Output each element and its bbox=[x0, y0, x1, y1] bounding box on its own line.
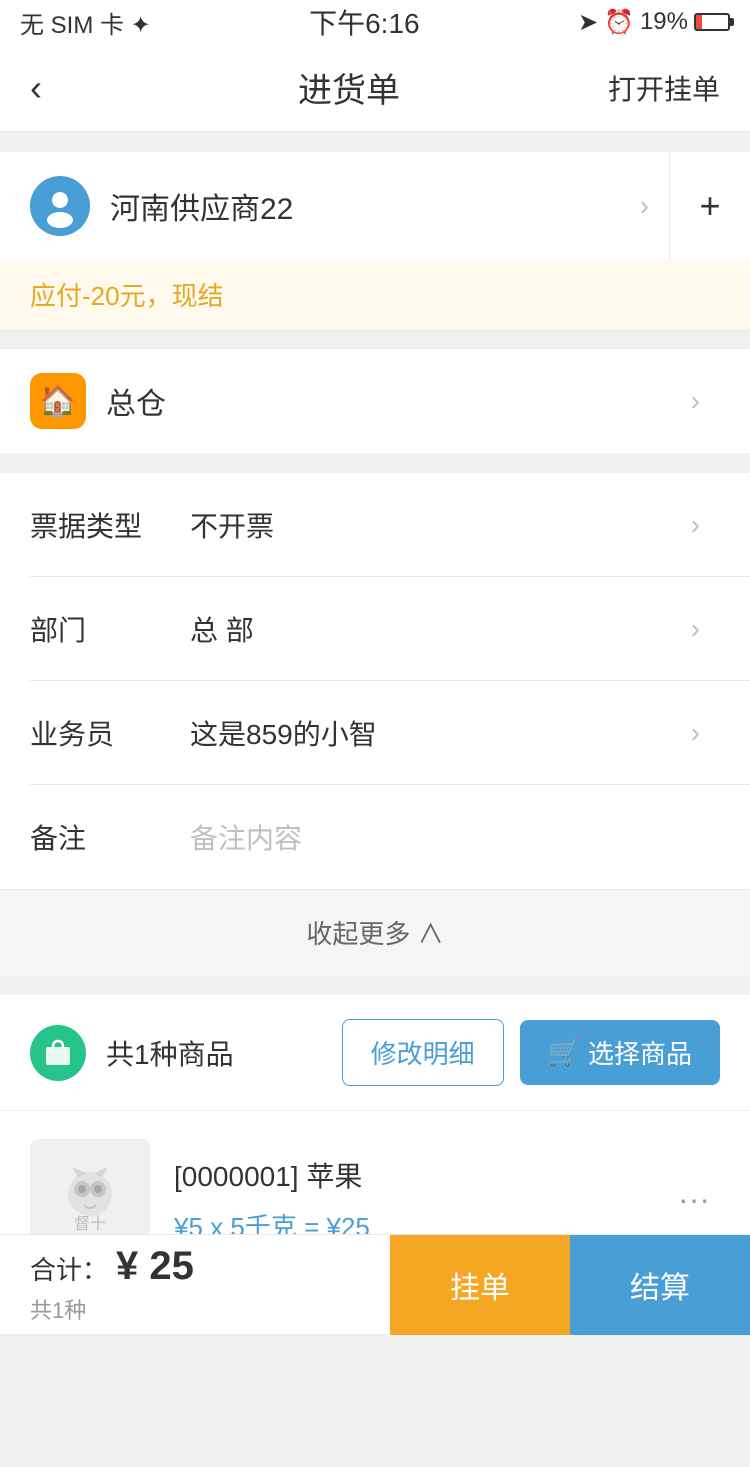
open-pending-button[interactable]: 打开挂单 bbox=[608, 68, 720, 108]
remark-placeholder: 备注内容 bbox=[170, 817, 720, 857]
total-section: 合计： ¥ 25 共1种 bbox=[0, 1244, 390, 1325]
battery-level: 19% bbox=[640, 8, 688, 36]
status-right: ➤ ⏰ 19% bbox=[578, 8, 730, 37]
alarm-icon: ⏰ bbox=[604, 8, 634, 37]
status-bar: 无 SIM 卡 ✦ 下午6:16 ➤ ⏰ 19% bbox=[0, 0, 750, 44]
ticket-type-row[interactable]: 票据类型 不开票 › bbox=[0, 473, 750, 577]
section-gap-3 bbox=[0, 453, 750, 473]
salesperson-value: 这是859的小智 bbox=[170, 713, 691, 753]
location-icon: ➤ bbox=[578, 8, 598, 37]
total-count: 共1种 bbox=[30, 1293, 360, 1325]
total-amount: ¥ 25 bbox=[116, 1244, 194, 1289]
form-section: 票据类型 不开票 › 部门 总 部 › 业务员 这是859的小智 › 备注 备注… bbox=[0, 473, 750, 889]
supplier-name: 河南供应商22 bbox=[110, 184, 640, 228]
battery-icon bbox=[694, 13, 730, 31]
warehouse-section[interactable]: 🏠 总仓 › bbox=[0, 349, 750, 453]
bottom-bar: 合计： ¥ 25 共1种 挂单 结算 bbox=[0, 1234, 750, 1334]
back-button[interactable]: ‹ bbox=[30, 67, 90, 109]
nav-bar: ‹ 进货单 打开挂单 bbox=[0, 44, 750, 132]
dept-chevron-icon: › bbox=[691, 613, 720, 645]
products-count-label: 共1种商品 bbox=[106, 1033, 342, 1073]
sim-status: 无 SIM 卡 ✦ bbox=[20, 5, 151, 40]
dept-label: 部门 bbox=[30, 609, 170, 649]
salesperson-label: 业务员 bbox=[30, 713, 170, 753]
salesperson-row[interactable]: 业务员 这是859的小智 › bbox=[0, 681, 750, 785]
product-info: [0000001] 苹果 ¥5 x 5千克 = ¥25 bbox=[174, 1155, 644, 1244]
product-name: [0000001] 苹果 bbox=[174, 1155, 644, 1195]
product-title: 苹果 bbox=[306, 1161, 362, 1192]
supplier-chevron-icon: › bbox=[640, 190, 669, 222]
collapse-button[interactable]: 收起更多 ∧ bbox=[0, 889, 750, 975]
cart-icon: 🛒 bbox=[548, 1037, 580, 1068]
warehouse-name: 总仓 bbox=[106, 379, 691, 423]
supplier-section: 河南供应商22 › + bbox=[0, 152, 750, 260]
person-icon bbox=[38, 184, 82, 228]
warehouse-icon: 🏠 bbox=[30, 373, 86, 429]
edit-detail-button[interactable]: 修改明细 bbox=[342, 1019, 504, 1086]
bag-icon bbox=[42, 1037, 74, 1069]
supplier-selector[interactable]: 河南供应商22 › bbox=[0, 152, 670, 260]
product-code: [0000001] bbox=[174, 1161, 299, 1192]
products-icon bbox=[30, 1025, 86, 1081]
product-owl-icon: 督十 bbox=[50, 1159, 130, 1239]
status-time: 下午6:16 bbox=[309, 2, 420, 42]
total-label: 合计： bbox=[30, 1250, 108, 1287]
checkout-button[interactable]: 结算 bbox=[570, 1235, 750, 1335]
ticket-type-chevron-icon: › bbox=[691, 509, 720, 541]
remark-label: 备注 bbox=[30, 817, 170, 857]
svg-text:督十: 督十 bbox=[74, 1215, 106, 1233]
supplier-avatar bbox=[30, 176, 90, 236]
section-gap-2 bbox=[0, 329, 750, 349]
status-left: 无 SIM 卡 ✦ bbox=[20, 5, 151, 40]
select-product-label: 选择商品 bbox=[588, 1034, 692, 1071]
hang-order-button[interactable]: 挂单 bbox=[390, 1235, 570, 1335]
ticket-type-value: 不开票 bbox=[170, 505, 691, 545]
add-supplier-button[interactable]: + bbox=[670, 152, 750, 260]
warehouse-chevron-icon: › bbox=[691, 385, 720, 417]
remark-row[interactable]: 备注 备注内容 bbox=[0, 785, 750, 889]
supplier-notice: 应付-20元，现结 bbox=[0, 260, 750, 329]
product-more-button[interactable]: ··· bbox=[668, 1181, 720, 1218]
salesperson-chevron-icon: › bbox=[691, 717, 720, 749]
dept-value: 总 部 bbox=[170, 609, 691, 649]
section-gap-1 bbox=[0, 132, 750, 152]
page-title: 进货单 bbox=[298, 63, 400, 112]
dept-row[interactable]: 部门 总 部 › bbox=[0, 577, 750, 681]
select-product-button[interactable]: 🛒 选择商品 bbox=[520, 1020, 720, 1085]
products-header: 共1种商品 修改明细 🛒 选择商品 bbox=[0, 995, 750, 1110]
ticket-type-label: 票据类型 bbox=[30, 505, 170, 545]
